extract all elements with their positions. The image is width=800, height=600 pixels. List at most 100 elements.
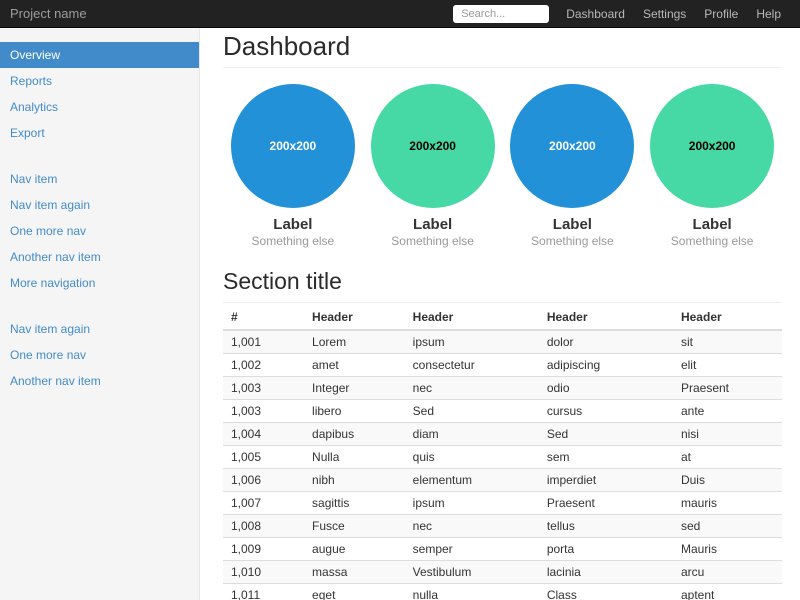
table-cell: Class <box>539 584 673 600</box>
placeholder-image: 200x200 <box>510 84 634 208</box>
table-cell: nec <box>405 377 539 400</box>
sidebar-item-another-nav-item[interactable]: Another nav item <box>0 368 199 394</box>
table-cell: 1,002 <box>223 354 304 377</box>
sidebar-list-item: Nav item <box>0 166 199 192</box>
placeholder-image: 200x200 <box>231 84 355 208</box>
sidebar-item-export[interactable]: Export <box>0 120 199 146</box>
sidebar-list-item: Another nav item <box>0 244 199 270</box>
placeholder-sublabel: Something else <box>531 234 614 248</box>
sidebar-item-overview[interactable]: Overview <box>0 42 199 68</box>
sidebar-list-item: Another nav item <box>0 368 199 394</box>
table-body: 1,001Loremipsumdolorsit1,002ametconsecte… <box>223 330 782 600</box>
page-title: Dashboard <box>223 33 782 68</box>
table-cell: massa <box>304 561 405 584</box>
table-cell: 1,003 <box>223 400 304 423</box>
placeholder-row: 200x200LabelSomething else200x200LabelSo… <box>223 84 782 248</box>
brand-link[interactable]: Project name <box>0 6 87 21</box>
table-cell: 1,008 <box>223 515 304 538</box>
placeholder-sublabel: Something else <box>252 234 335 248</box>
sidebar-list-item: Analytics <box>0 94 199 120</box>
sidebar-list-item: More navigation <box>0 270 199 296</box>
data-table: #HeaderHeaderHeaderHeader 1,001Loremipsu… <box>223 306 782 600</box>
table-cell: 1,010 <box>223 561 304 584</box>
navbar-link-profile[interactable]: Profile <box>695 7 747 21</box>
sidebar-item-another-nav-item[interactable]: Another nav item <box>0 244 199 270</box>
navbar-link-settings[interactable]: Settings <box>634 7 695 21</box>
sidebar-group-3: Nav item againOne more navAnother nav it… <box>0 316 199 394</box>
table-header-cell: Header <box>673 306 782 330</box>
table-cell: 1,001 <box>223 330 304 354</box>
table-cell: Mauris <box>673 538 782 561</box>
table-cell: 1,007 <box>223 492 304 515</box>
table-row: 1,011egetnullaClassaptent <box>223 584 782 600</box>
section-title: Section title <box>223 270 782 303</box>
sidebar-list-item: Reports <box>0 68 199 94</box>
table-row: 1,009auguesemperportaMauris <box>223 538 782 561</box>
table-cell: 1,005 <box>223 446 304 469</box>
table-cell: odio <box>539 377 673 400</box>
table-header-cell: Header <box>405 306 539 330</box>
navbar-link-help[interactable]: Help <box>747 7 790 21</box>
table-cell: sit <box>673 330 782 354</box>
table-cell: nibh <box>304 469 405 492</box>
table-cell: tellus <box>539 515 673 538</box>
sidebar-item-more-navigation[interactable]: More navigation <box>0 270 199 296</box>
table-cell: arcu <box>673 561 782 584</box>
table-cell: semper <box>405 538 539 561</box>
table-cell: cursus <box>539 400 673 423</box>
sidebar-item-analytics[interactable]: Analytics <box>0 94 199 120</box>
table-cell: 1,011 <box>223 584 304 600</box>
table-cell: adipiscing <box>539 354 673 377</box>
table-cell: libero <box>304 400 405 423</box>
table-cell: Praesent <box>539 492 673 515</box>
table-cell: quis <box>405 446 539 469</box>
table-cell: nisi <box>673 423 782 446</box>
placeholder-card: 200x200 LabelSomething else <box>363 84 503 248</box>
table-cell: dolor <box>539 330 673 354</box>
search-input[interactable] <box>453 5 549 23</box>
table-cell: ipsum <box>405 330 539 354</box>
table-row: 1,004dapibusdiamSednisi <box>223 423 782 446</box>
table-cell: sed <box>673 515 782 538</box>
table-cell: at <box>673 446 782 469</box>
placeholder-image: 200x200 <box>371 84 495 208</box>
placeholder-card: 200x200LabelSomething else <box>223 84 363 248</box>
table-header-cell: Header <box>539 306 673 330</box>
table-cell: augue <box>304 538 405 561</box>
table-cell: lacinia <box>539 561 673 584</box>
table-cell: sagittis <box>304 492 405 515</box>
sidebar-item-nav-item-again[interactable]: Nav item again <box>0 192 199 218</box>
sidebar-item-one-more-nav[interactable]: One more nav <box>0 342 199 368</box>
placeholder-sublabel: Something else <box>391 234 474 248</box>
sidebar-list-item: Export <box>0 120 199 146</box>
table-cell: amet <box>304 354 405 377</box>
sidebar-list-item: One more nav <box>0 342 199 368</box>
sidebar-item-nav-item-again[interactable]: Nav item again <box>0 316 199 342</box>
table-cell: Vestibulum <box>405 561 539 584</box>
table-cell: Duis <box>673 469 782 492</box>
placeholder-label: Label <box>413 216 452 233</box>
sidebar-list-item: Nav item again <box>0 316 199 342</box>
table-row: 1,007sagittisipsumPraesentmauris <box>223 492 782 515</box>
sidebar-item-one-more-nav[interactable]: One more nav <box>0 218 199 244</box>
table-cell: mauris <box>673 492 782 515</box>
table-cell: Sed <box>405 400 539 423</box>
table-cell: 1,003 <box>223 377 304 400</box>
table-cell: 1,009 <box>223 538 304 561</box>
table-cell: eget <box>304 584 405 600</box>
table-cell: Nulla <box>304 446 405 469</box>
table-row: 1,006nibhelementumimperdietDuis <box>223 469 782 492</box>
table-cell: elementum <box>405 469 539 492</box>
sidebar-item-reports[interactable]: Reports <box>0 68 199 94</box>
table-row: 1,003liberoSedcursusante <box>223 400 782 423</box>
table-cell: 1,006 <box>223 469 304 492</box>
table-cell: Lorem <box>304 330 405 354</box>
table-cell: nec <box>405 515 539 538</box>
table-cell: imperdiet <box>539 469 673 492</box>
sidebar-item-nav-item[interactable]: Nav item <box>0 166 199 192</box>
placeholder-label: Label <box>693 216 732 233</box>
navbar-link-dashboard[interactable]: Dashboard <box>557 7 634 21</box>
table-row: 1,002ametconsecteturadipiscingelit <box>223 354 782 377</box>
top-navbar: Project name DashboardSettingsProfileHel… <box>0 0 800 28</box>
table-row: 1,003IntegernecodioPraesent <box>223 377 782 400</box>
